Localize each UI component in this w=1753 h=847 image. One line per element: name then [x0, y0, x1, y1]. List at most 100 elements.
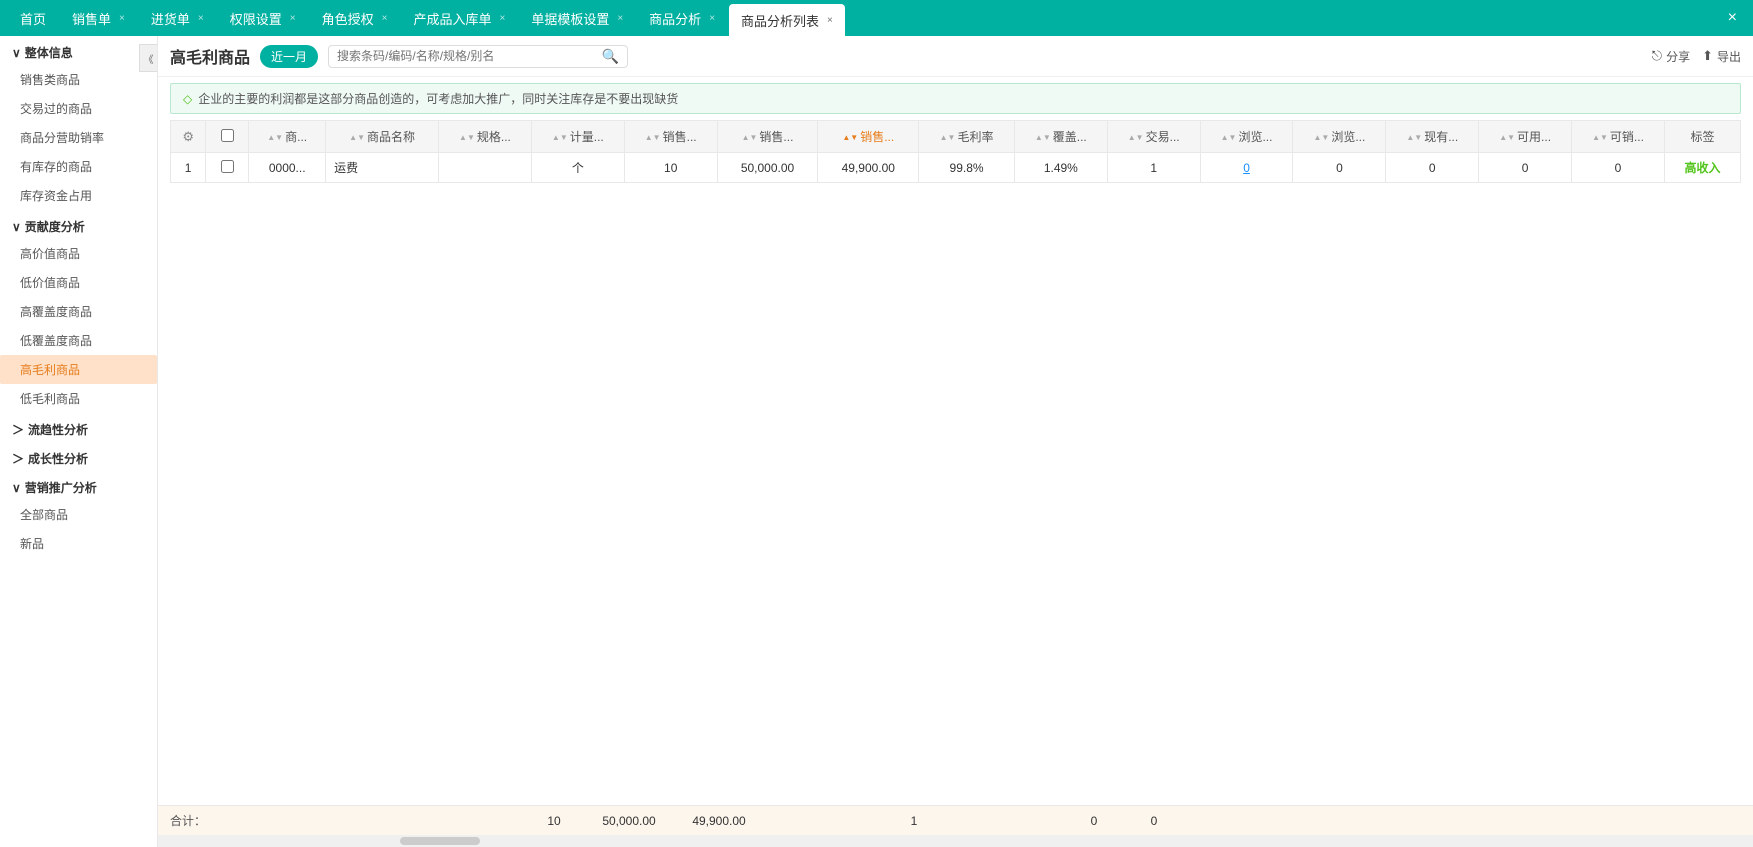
cell-sellable: 0 [1572, 153, 1665, 183]
sort-coverage-icon: ▲▼ [1035, 134, 1051, 142]
sort-view1-icon: ▲▼ [1221, 134, 1237, 142]
sidebar-item-sales-goods[interactable]: 销售类商品 [0, 65, 157, 94]
col-trade[interactable]: ▲▼交易... [1107, 121, 1200, 153]
sidebar-group-overview[interactable]: ∨ 整体信息 [0, 36, 157, 65]
cell-name: 运费 [326, 153, 439, 183]
col-checkbox[interactable] [206, 121, 249, 153]
share-icon: ⎋ [1652, 48, 1662, 64]
col-unit[interactable]: ▲▼计量... [531, 121, 624, 153]
table-row: 1 0000... 运费 个 10 50,000.00 49,900.00 99… [171, 153, 1741, 183]
export-button[interactable]: ⬆ 导出 [1702, 48, 1741, 65]
nav-permission-close[interactable]: × [290, 13, 296, 24]
top-nav: 首页 销售单 × 进货单 × 权限设置 × 角色授权 × 产成品入库单 × 单据… [0, 0, 1753, 36]
col-tag[interactable]: 标签 [1664, 121, 1740, 153]
horizontal-scrollbar[interactable] [158, 835, 1753, 847]
col-sellable[interactable]: ▲▼可销... [1572, 121, 1665, 153]
col-sales-qty[interactable]: ▲▼销售... [624, 121, 717, 153]
nav-analysis-close[interactable]: × [709, 13, 715, 24]
sidebar-item-low-coverage[interactable]: 低覆盖度商品 [0, 326, 157, 355]
cell-current-stock: 0 [1386, 153, 1479, 183]
col-coverage[interactable]: ▲▼覆盖... [1014, 121, 1107, 153]
page-title: 高毛利商品 [170, 44, 250, 68]
col-gear[interactable]: ⚙ [171, 121, 206, 153]
sort-sales-qty-icon: ▲▼ [645, 134, 661, 142]
nav-finished[interactable]: 产成品入库单 × [401, 0, 517, 36]
col-code[interactable]: ▲▼商... [249, 121, 326, 153]
footer-trade: 1 [884, 814, 944, 828]
sort-sales-profit-icon: ▲▼ [842, 134, 858, 142]
col-spec[interactable]: ▲▼规格... [439, 121, 532, 153]
nav-analysis-list-close[interactable]: × [827, 15, 833, 26]
data-table: ⚙ ▲▼商... ▲▼商品名称 ▲▼规格... ▲▼计量... [170, 120, 1741, 183]
nav-analysis-list[interactable]: 商品分析列表 × [729, 4, 845, 36]
col-view1[interactable]: ▲▼浏览... [1200, 121, 1293, 153]
col-sales-profit[interactable]: ▲▼销售... [818, 121, 919, 153]
nav-analysis[interactable]: 商品分析 × [637, 0, 727, 36]
cell-checkbox[interactable] [206, 153, 249, 183]
sidebar-item-traded-goods[interactable]: 交易过的商品 [0, 94, 157, 123]
sidebar-item-low-value[interactable]: 低价值商品 [0, 268, 157, 297]
sidebar-item-all-goods[interactable]: 全部商品 [0, 500, 157, 529]
nav-purchase-close[interactable]: × [198, 13, 204, 24]
cell-tag: 高收入 [1664, 153, 1740, 183]
nav-home[interactable]: 首页 [8, 0, 58, 36]
footer-label: 合计： [170, 812, 206, 829]
col-name[interactable]: ▲▼商品名称 [326, 121, 439, 153]
sidebar-collapse-button[interactable]: 《 [139, 44, 157, 72]
select-all-checkbox[interactable] [221, 129, 234, 142]
sort-name-icon: ▲▼ [349, 134, 365, 142]
scrollbar-thumb[interactable] [400, 837, 480, 845]
search-icon[interactable]: 🔍 [602, 48, 619, 65]
nav-role[interactable]: 角色授权 × [310, 0, 400, 36]
sidebar-item-stocked-goods[interactable]: 有库存的商品 [0, 152, 157, 181]
row-checkbox[interactable] [221, 160, 234, 173]
sidebar-group-contribution[interactable]: ∨ 贡献度分析 [0, 210, 157, 239]
col-gross-rate[interactable]: ▲▼毛利率 [919, 121, 1015, 153]
filter-recent-month[interactable]: 近一月 [260, 45, 318, 68]
footer-sales-qty: 10 [524, 814, 584, 828]
chevron-down-icon-2: ∨ [12, 220, 21, 234]
nav-template-close[interactable]: × [617, 13, 623, 24]
sidebar-group-growth[interactable]: ＞ 成长性分析 [0, 442, 157, 471]
col-current-stock[interactable]: ▲▼现有... [1386, 121, 1479, 153]
cell-view2: 0 [1293, 153, 1386, 183]
nav-role-close[interactable]: × [382, 13, 388, 24]
footer-bar: 合计： 10 50,000.00 49,900.00 1 0 0 [158, 805, 1753, 835]
nav-sales-close[interactable]: × [119, 13, 125, 24]
sidebar-item-high-margin[interactable]: 高毛利商品 [0, 355, 157, 384]
share-button[interactable]: ⎋ 分享 [1652, 48, 1690, 65]
sort-sales-amount-icon: ▲▼ [742, 134, 758, 142]
sort-unit-icon: ▲▼ [552, 134, 568, 142]
nav-finished-close[interactable]: × [499, 13, 505, 24]
cell-trade: 1 [1107, 153, 1200, 183]
sidebar-item-category-rate[interactable]: 商品分营助销率 [0, 123, 157, 152]
nav-sales[interactable]: 销售单 × [60, 0, 137, 36]
cell-sales-profit: 49,900.00 [818, 153, 919, 183]
content-area: 高毛利商品 近一月 🔍 ⎋ 分享 ⬆ 导出 ◇ 企业的主要的利润都是这部分商品创… [158, 36, 1753, 847]
chevron-right-icon-2: ＞ [12, 450, 24, 467]
sort-current-stock-icon: ▲▼ [1406, 134, 1422, 142]
export-icon: ⬆ [1702, 48, 1713, 64]
sidebar-item-new-goods[interactable]: 新品 [0, 529, 157, 558]
search-input[interactable] [337, 49, 596, 63]
sidebar-item-high-value[interactable]: 高价值商品 [0, 239, 157, 268]
sidebar-item-high-coverage[interactable]: 高覆盖度商品 [0, 297, 157, 326]
col-available[interactable]: ▲▼可用... [1479, 121, 1572, 153]
nav-template[interactable]: 单据模板设置 × [519, 0, 635, 36]
sidebar-group-marketing[interactable]: ∨ 营销推广分析 [0, 471, 157, 500]
col-sales-amount[interactable]: ▲▼销售... [717, 121, 818, 153]
footer-available: 0 [1124, 814, 1184, 828]
col-view2[interactable]: ▲▼浏览... [1293, 121, 1386, 153]
nav-permission[interactable]: 权限设置 × [218, 0, 308, 36]
nav-close-all-button[interactable]: × [1720, 9, 1745, 27]
cell-sales-amount: 50,000.00 [717, 153, 818, 183]
sidebar-item-low-margin[interactable]: 低毛利商品 [0, 384, 157, 413]
cell-view1[interactable]: 0 [1200, 153, 1293, 183]
sidebar-item-stock-capital[interactable]: 库存资金占用 [0, 181, 157, 210]
nav-purchase[interactable]: 进货单 × [139, 0, 216, 36]
chevron-right-icon: ＞ [12, 421, 24, 438]
footer-sales-amount: 50,000.00 [584, 814, 674, 828]
cell-gross-rate: 99.8% [919, 153, 1015, 183]
sidebar-group-trend[interactable]: ＞ 流趋性分析 [0, 413, 157, 442]
sort-available-icon: ▲▼ [1499, 134, 1515, 142]
